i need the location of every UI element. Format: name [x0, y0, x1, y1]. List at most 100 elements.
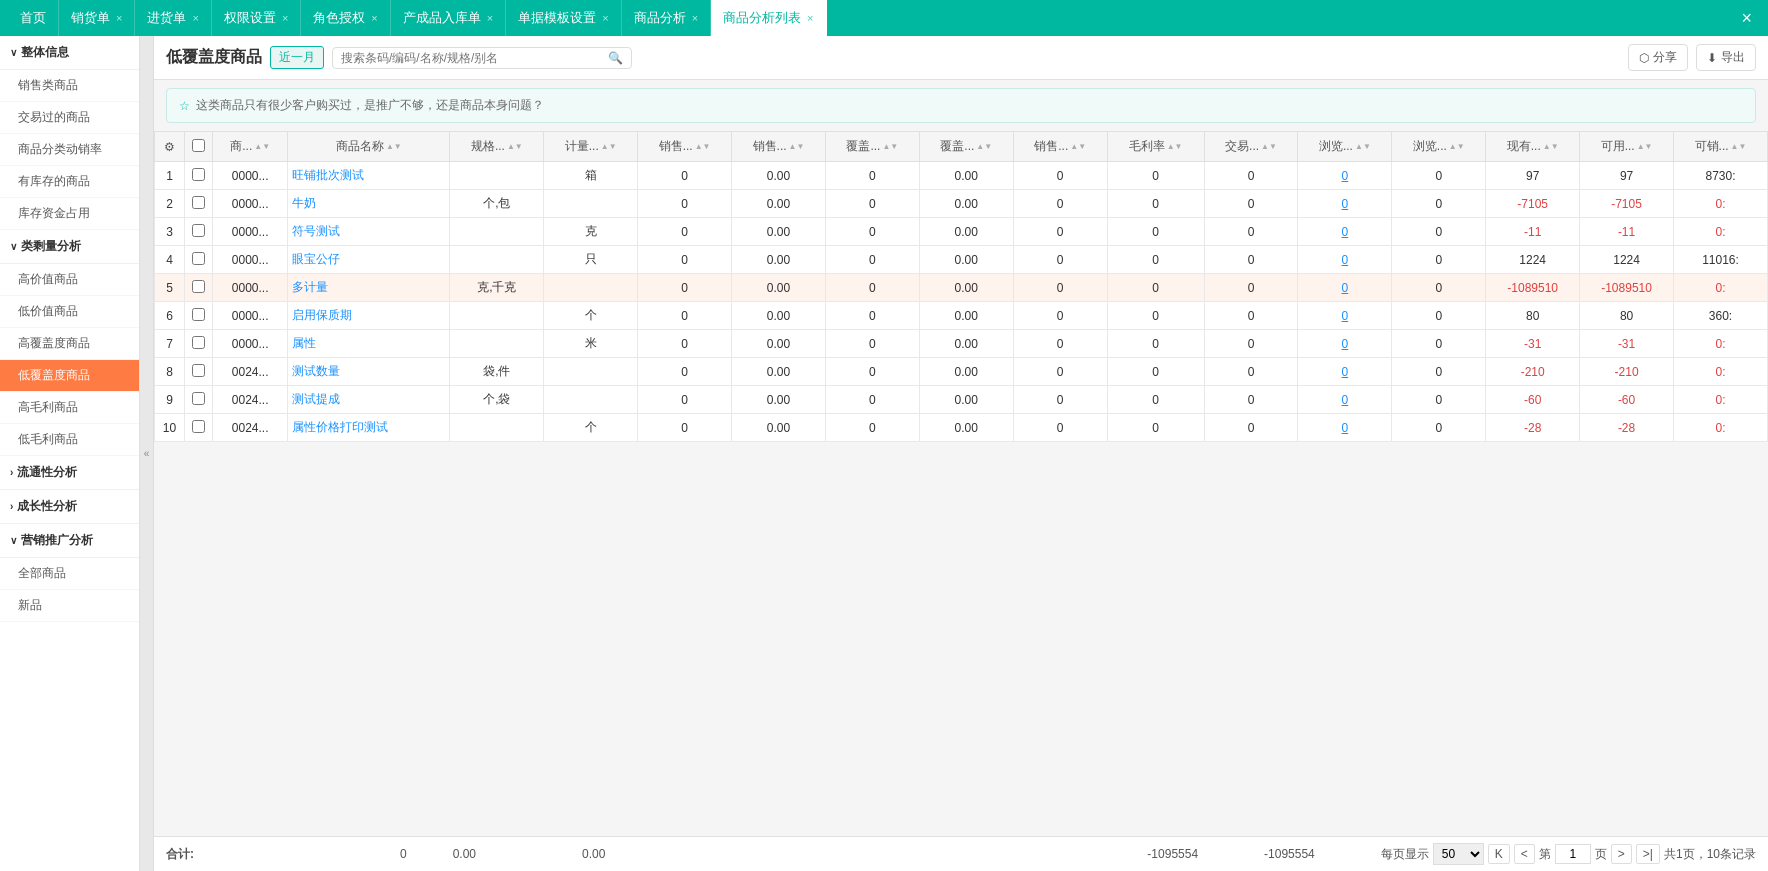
sidebar-item-category-sales[interactable]: 商品分类动销率 [0, 134, 139, 166]
sidebar-item-sales-goods[interactable]: 销售类商品 [0, 70, 139, 102]
sort-arrows[interactable]: ▲▼ [789, 142, 805, 151]
row-browse1[interactable]: 0 [1298, 190, 1392, 218]
sidebar-item-high-margin[interactable]: 高毛利商品 [0, 392, 139, 424]
window-close-button[interactable]: × [1733, 8, 1760, 29]
row-select-checkbox[interactable] [192, 224, 205, 237]
row-browse1[interactable]: 0 [1298, 414, 1392, 442]
nav-item-sales[interactable]: 销货单 × [59, 0, 135, 36]
row-checkbox[interactable] [185, 190, 213, 218]
th-checkbox[interactable] [185, 132, 213, 162]
row-browse1[interactable]: 0 [1298, 386, 1392, 414]
first-page-button[interactable]: K [1488, 844, 1510, 864]
row-browse1[interactable]: 0 [1298, 246, 1392, 274]
nav-item-analysis[interactable]: 商品分析 × [622, 0, 711, 36]
row-select-checkbox[interactable] [192, 420, 205, 433]
nav-item-permission[interactable]: 权限设置 × [212, 0, 301, 36]
row-checkbox[interactable] [185, 302, 213, 330]
row-select-checkbox[interactable] [192, 280, 205, 293]
sort-arrows[interactable]: ▲▼ [1731, 142, 1747, 151]
sort-arrows[interactable]: ▲▼ [1261, 142, 1277, 151]
row-select-checkbox[interactable] [192, 252, 205, 265]
sort-arrows[interactable]: ▲▼ [386, 142, 402, 151]
sort-arrows[interactable]: ▲▼ [1449, 142, 1465, 151]
sidebar-item-high-coverage[interactable]: 高覆盖度商品 [0, 328, 139, 360]
close-icon[interactable]: × [371, 12, 377, 24]
nav-item-role[interactable]: 角色授权 × [301, 0, 390, 36]
row-checkbox[interactable] [185, 414, 213, 442]
sort-arrows[interactable]: ▲▼ [695, 142, 711, 151]
row-checkbox[interactable] [185, 274, 213, 302]
sidebar-collapse-button[interactable]: « [140, 36, 154, 871]
sidebar-item-traded-goods[interactable]: 交易过的商品 [0, 102, 139, 134]
row-name[interactable]: 启用保质期 [288, 302, 450, 330]
sort-arrows[interactable]: ▲▼ [882, 142, 898, 151]
page-size-select[interactable]: 50 100 200 [1433, 843, 1484, 865]
sidebar-section-marketing[interactable]: ∨ 营销推广分析 [0, 524, 139, 558]
select-all-checkbox[interactable] [192, 139, 205, 152]
sort-arrows[interactable]: ▲▼ [507, 142, 523, 151]
sidebar-item-inventory-capital[interactable]: 库存资金占用 [0, 198, 139, 230]
row-checkbox[interactable] [185, 358, 213, 386]
row-browse1[interactable]: 0 [1298, 162, 1392, 190]
sidebar-item-low-value[interactable]: 低价值商品 [0, 296, 139, 328]
prev-page-button[interactable]: < [1514, 844, 1535, 864]
row-browse1[interactable]: 0 [1298, 358, 1392, 386]
row-name[interactable]: 多计量 [288, 274, 450, 302]
sidebar-section-overall[interactable]: ∨ 整体信息 [0, 36, 139, 70]
sort-arrows[interactable]: ▲▼ [1070, 142, 1086, 151]
row-name[interactable]: 属性 [288, 330, 450, 358]
sort-arrows[interactable]: ▲▼ [1543, 142, 1559, 151]
close-icon[interactable]: × [692, 12, 698, 24]
close-icon[interactable]: × [807, 12, 813, 24]
last-page-button[interactable]: >| [1636, 844, 1660, 864]
row-select-checkbox[interactable] [192, 196, 205, 209]
row-browse1[interactable]: 0 [1298, 218, 1392, 246]
row-browse1[interactable]: 0 [1298, 330, 1392, 358]
sort-arrows[interactable]: ▲▼ [1637, 142, 1653, 151]
search-input[interactable] [341, 51, 604, 65]
sort-arrows[interactable]: ▲▼ [1167, 142, 1183, 151]
next-page-button[interactable]: > [1611, 844, 1632, 864]
row-browse1[interactable]: 0 [1298, 302, 1392, 330]
sidebar-item-new-goods[interactable]: 新品 [0, 590, 139, 622]
nav-item-template[interactable]: 单据模板设置 × [506, 0, 621, 36]
close-icon[interactable]: × [602, 12, 608, 24]
row-name[interactable]: 眼宝公仔 [288, 246, 450, 274]
close-icon[interactable]: × [487, 12, 493, 24]
row-select-checkbox[interactable] [192, 168, 205, 181]
time-filter-button[interactable]: 近一月 [270, 46, 324, 69]
row-select-checkbox[interactable] [192, 392, 205, 405]
row-browse1[interactable]: 0 [1298, 274, 1392, 302]
row-name[interactable]: 旺铺批次测试 [288, 162, 450, 190]
sidebar-item-low-coverage[interactable]: 低覆盖度商品 [0, 360, 139, 392]
nav-item-purchase[interactable]: 进货单 × [135, 0, 211, 36]
table-wrapper[interactable]: ⚙ 商...▲▼ 商品名称▲▼ 规格...▲▼ 计量...▲▼ 销售...▲▼ … [154, 131, 1768, 836]
sidebar-item-high-value[interactable]: 高价值商品 [0, 264, 139, 296]
row-name[interactable]: 符号测试 [288, 218, 450, 246]
row-select-checkbox[interactable] [192, 336, 205, 349]
sidebar-section-quantity[interactable]: ∨ 类剩量分析 [0, 230, 139, 264]
row-select-checkbox[interactable] [192, 364, 205, 377]
row-name[interactable]: 属性价格打印测试 [288, 414, 450, 442]
nav-item-home[interactable]: 首页 [8, 0, 59, 36]
nav-item-analysis-list[interactable]: 商品分析列表 × [711, 0, 826, 36]
sort-arrows[interactable]: ▲▼ [254, 142, 270, 151]
sidebar-item-all-goods[interactable]: 全部商品 [0, 558, 139, 590]
th-settings[interactable]: ⚙ [155, 132, 185, 162]
row-name[interactable]: 测试数量 [288, 358, 450, 386]
row-name[interactable]: 测试提成 [288, 386, 450, 414]
share-button[interactable]: ⬡ 分享 [1628, 44, 1688, 71]
row-checkbox[interactable] [185, 386, 213, 414]
row-select-checkbox[interactable] [192, 308, 205, 321]
sort-arrows[interactable]: ▲▼ [1355, 142, 1371, 151]
row-checkbox[interactable] [185, 330, 213, 358]
row-checkbox[interactable] [185, 218, 213, 246]
close-icon[interactable]: × [116, 12, 122, 24]
sidebar-item-low-margin[interactable]: 低毛利商品 [0, 424, 139, 456]
sort-arrows[interactable]: ▲▼ [601, 142, 617, 151]
nav-item-warehouse[interactable]: 产成品入库单 × [391, 0, 506, 36]
close-icon[interactable]: × [192, 12, 198, 24]
row-checkbox[interactable] [185, 162, 213, 190]
export-button[interactable]: ⬇ 导出 [1696, 44, 1756, 71]
sort-arrows[interactable]: ▲▼ [976, 142, 992, 151]
